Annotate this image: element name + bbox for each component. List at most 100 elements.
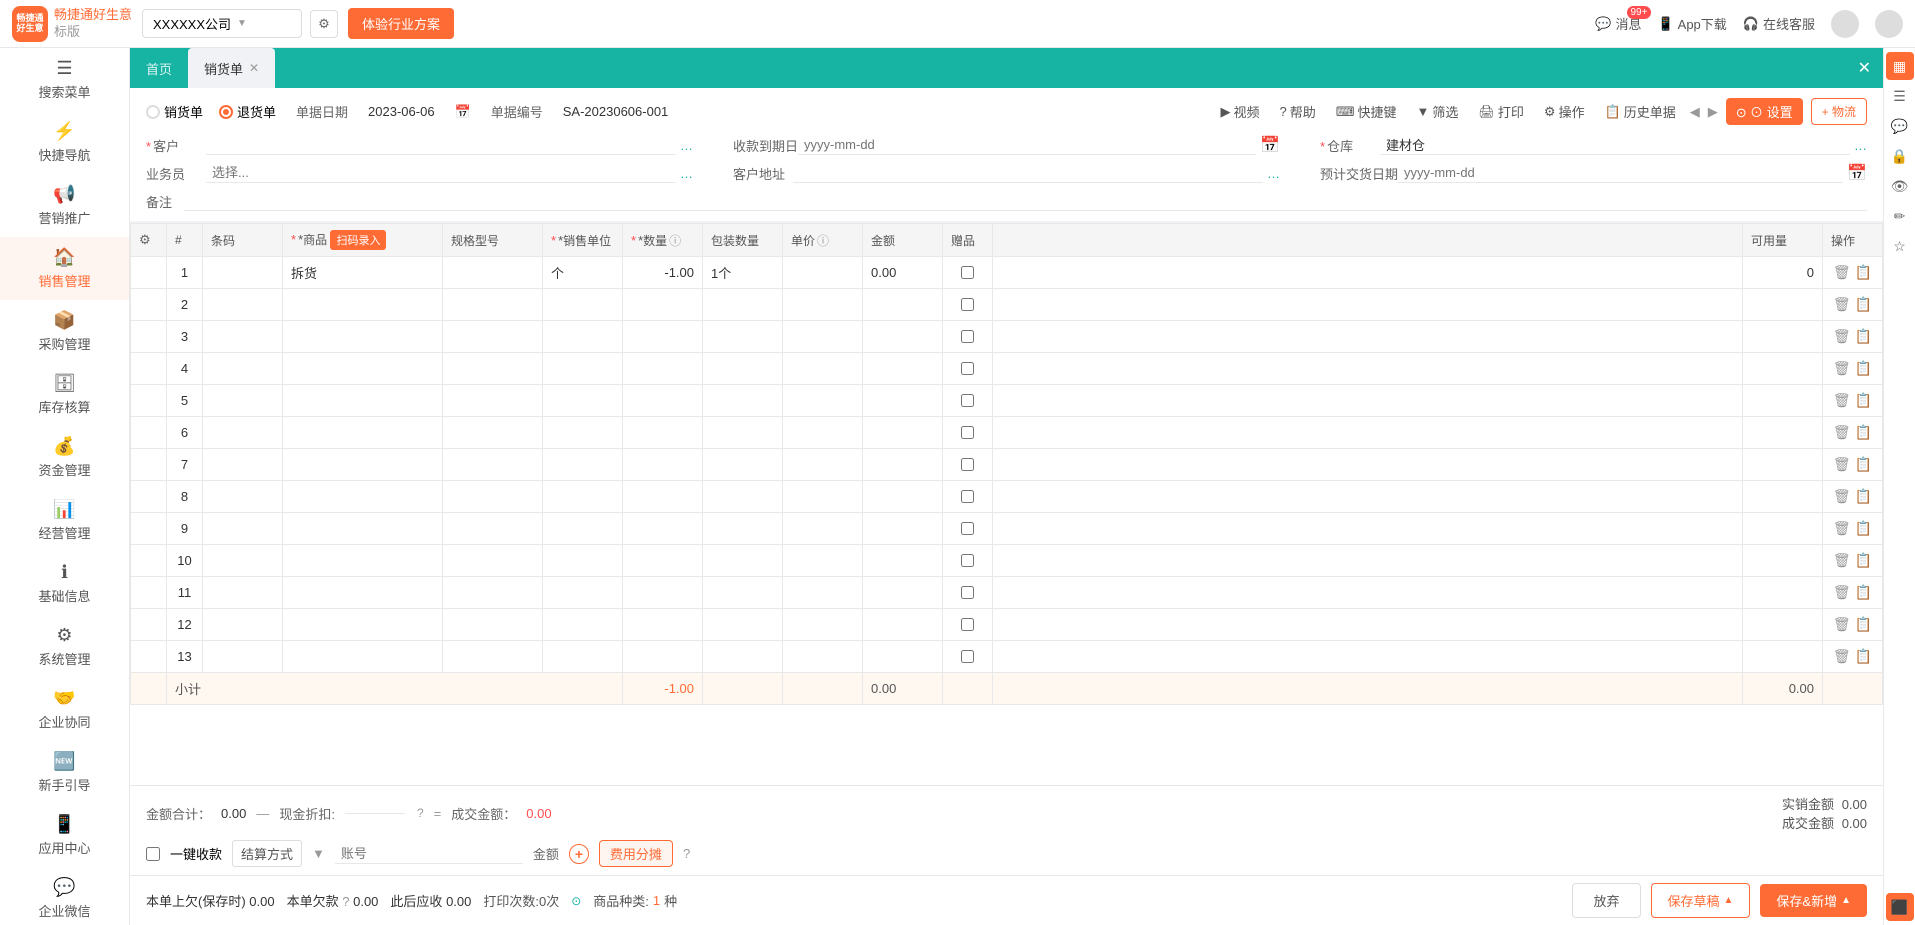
- del-icon[interactable]: 🗑: [1833, 456, 1851, 473]
- filter-btn[interactable]: ▼ 筛选: [1410, 99, 1464, 124]
- td-g[interactable]: [283, 609, 443, 641]
- customer-input[interactable]: [206, 135, 676, 155]
- td-p[interactable]: [703, 513, 783, 545]
- td-g[interactable]: [283, 513, 443, 545]
- tab-sales-order[interactable]: 销货单 ✕: [188, 48, 275, 88]
- logistics-btn[interactable]: + 物流: [1811, 98, 1867, 125]
- td-price-1[interactable]: [783, 257, 863, 289]
- sidebar-item-purchase[interactable]: 📦 采购管理: [0, 300, 129, 363]
- payment-date-cal-icon[interactable]: 📅: [1260, 135, 1280, 155]
- cash-discount-input[interactable]: [345, 813, 405, 814]
- td-q[interactable]: [623, 481, 703, 513]
- cp-icon[interactable]: 📋: [1855, 392, 1872, 409]
- account-input[interactable]: [335, 844, 523, 864]
- td-u[interactable]: [543, 513, 623, 545]
- td-u[interactable]: [543, 353, 623, 385]
- td-u[interactable]: [543, 577, 623, 609]
- td-u[interactable]: [543, 545, 623, 577]
- gift-cb[interactable]: [961, 650, 974, 663]
- delete-icon-1[interactable]: 🗑: [1833, 264, 1851, 281]
- td-d[interactable]: [993, 609, 1743, 641]
- gift-cb[interactable]: [961, 298, 974, 311]
- td-barcode-1[interactable]: [203, 257, 283, 289]
- scan-btn[interactable]: 扫码录入: [330, 230, 386, 250]
- td-pr[interactable]: [783, 513, 863, 545]
- td-b[interactable]: [203, 481, 283, 513]
- td-p[interactable]: [703, 449, 783, 481]
- td-g[interactable]: [283, 449, 443, 481]
- rs-lock[interactable]: 🔒: [1886, 142, 1914, 170]
- gift-cb[interactable]: [961, 490, 974, 503]
- tab-home[interactable]: 首页: [130, 48, 188, 88]
- td-a[interactable]: [863, 641, 943, 673]
- rs-chat[interactable]: 💬: [1886, 112, 1914, 140]
- td-p[interactable]: [703, 481, 783, 513]
- td-g[interactable]: [283, 481, 443, 513]
- td-pr[interactable]: [783, 641, 863, 673]
- sidebar-item-quick-nav[interactable]: ⚡ 快捷导航: [0, 111, 129, 174]
- cp-icon[interactable]: 📋: [1855, 552, 1872, 569]
- td-a[interactable]: [863, 513, 943, 545]
- td-b[interactable]: [203, 545, 283, 577]
- td-q[interactable]: [623, 513, 703, 545]
- td-spec-1[interactable]: [443, 257, 543, 289]
- del-icon[interactable]: 🗑: [1833, 552, 1851, 569]
- td-sp[interactable]: [443, 545, 543, 577]
- th-gear-icon[interactable]: ⚙: [139, 232, 151, 247]
- rs-list-view[interactable]: ☰: [1886, 82, 1914, 110]
- gift-cb[interactable]: [961, 618, 974, 631]
- td-p[interactable]: [703, 545, 783, 577]
- trial-btn[interactable]: 体验行业方案: [348, 8, 454, 39]
- td-d[interactable]: [993, 481, 1743, 513]
- delivery-date-cal-icon[interactable]: 📅: [1847, 163, 1867, 183]
- td-a[interactable]: [863, 417, 943, 449]
- add-payment-btn[interactable]: +: [569, 844, 589, 864]
- cp-icon[interactable]: 📋: [1855, 360, 1872, 377]
- td-b[interactable]: [203, 513, 283, 545]
- warehouse-input[interactable]: [1380, 135, 1850, 155]
- settings-icon[interactable]: ⚙: [310, 10, 338, 38]
- td-u[interactable]: [543, 417, 623, 449]
- td-g[interactable]: [283, 417, 443, 449]
- td-u[interactable]: [543, 385, 623, 417]
- sidebar-item-sales[interactable]: 🏠 销售管理: [0, 237, 129, 300]
- cp-icon[interactable]: 📋: [1855, 520, 1872, 537]
- avatar[interactable]: [1831, 10, 1859, 38]
- sidebar-item-system[interactable]: ⚙ 系统管理: [0, 615, 129, 678]
- cp-icon[interactable]: 📋: [1855, 328, 1872, 345]
- form-settings-btn[interactable]: ⊙ ⊙ 设置: [1726, 98, 1803, 125]
- message-btn[interactable]: 💬 消息 99+: [1595, 14, 1641, 33]
- td-d[interactable]: [993, 641, 1743, 673]
- td-q[interactable]: [623, 321, 703, 353]
- delivery-date-input[interactable]: [1398, 163, 1843, 183]
- td-sp[interactable]: [443, 417, 543, 449]
- td-a[interactable]: [863, 545, 943, 577]
- del-icon[interactable]: 🗑: [1833, 328, 1851, 345]
- warehouse-dots-icon[interactable]: …: [1854, 138, 1867, 153]
- del-icon[interactable]: 🗑: [1833, 520, 1851, 537]
- sidebar-item-capital[interactable]: 💰 资金管理: [0, 426, 129, 489]
- rs-grid-view[interactable]: ▦: [1886, 52, 1914, 80]
- td-u[interactable]: [543, 609, 623, 641]
- cp-icon[interactable]: 📋: [1855, 488, 1872, 505]
- payment-date-input[interactable]: [798, 135, 1256, 155]
- td-pr[interactable]: [783, 417, 863, 449]
- rs-special-btn[interactable]: ⬛: [1886, 893, 1914, 921]
- td-pr[interactable]: [783, 449, 863, 481]
- sidebar-item-guide[interactable]: 🆕 新手引导: [0, 741, 129, 804]
- gift-cb[interactable]: [961, 362, 974, 375]
- help-btn[interactable]: ? 帮助: [1273, 99, 1321, 124]
- cp-icon[interactable]: 📋: [1855, 296, 1872, 313]
- td-pr[interactable]: [783, 289, 863, 321]
- td-g[interactable]: [283, 321, 443, 353]
- td-p[interactable]: [703, 353, 783, 385]
- td-u[interactable]: [543, 289, 623, 321]
- td-b[interactable]: [203, 385, 283, 417]
- td-pr[interactable]: [783, 481, 863, 513]
- del-icon[interactable]: 🗑: [1833, 616, 1851, 633]
- one-click-payment-checkbox[interactable]: [146, 847, 160, 861]
- td-u[interactable]: [543, 641, 623, 673]
- td-sp[interactable]: [443, 577, 543, 609]
- td-b[interactable]: [203, 289, 283, 321]
- td-sp[interactable]: [443, 353, 543, 385]
